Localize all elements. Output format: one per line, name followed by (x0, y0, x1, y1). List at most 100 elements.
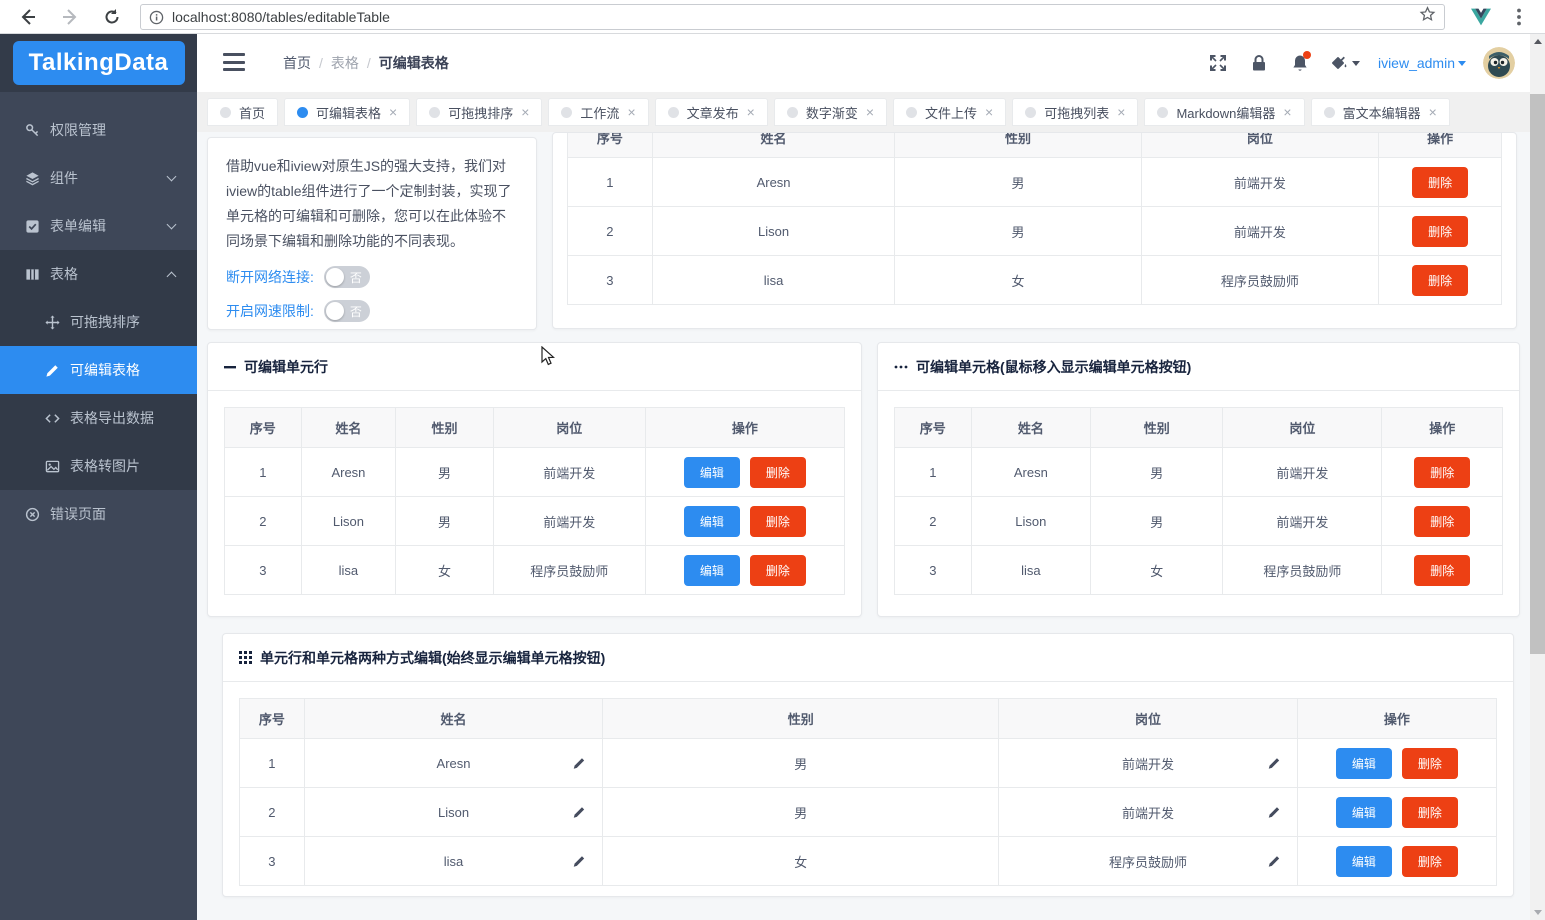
user-menu[interactable]: iview_admin (1378, 55, 1466, 71)
cell-name[interactable]: Aresn (970, 447, 1092, 497)
tab-close-icon[interactable]: × (1429, 105, 1437, 119)
tab-close-icon[interactable]: × (521, 105, 529, 119)
edit-cell-pencil-icon[interactable] (572, 805, 586, 819)
browser-forward-button[interactable] (58, 5, 82, 29)
network-disconnect-toggle[interactable]: 否 (323, 266, 370, 288)
tab-drag-list[interactable]: 可拖拽列表 × (1012, 98, 1139, 126)
tab-close-icon[interactable]: × (1283, 105, 1291, 119)
notifications-button[interactable] (1288, 51, 1312, 75)
delete-button[interactable]: 删除 (1412, 215, 1469, 247)
cell-no: 3 (567, 255, 653, 305)
tab-close-icon[interactable]: × (747, 105, 755, 119)
tab-close-icon[interactable]: × (985, 105, 993, 119)
tab-markdown-editor[interactable]: Markdown编辑器 × (1144, 98, 1305, 126)
edit-cell-pencil-icon[interactable] (1267, 854, 1281, 868)
scrollbar-thumb[interactable] (1530, 94, 1545, 654)
browser-back-button[interactable] (16, 5, 40, 29)
sidebar-menu: 权限管理 组件 表单编辑 表格 可拖拽排序 可编辑表格 表格导出数据 表格转图片… (0, 92, 197, 538)
tab-label: 文件上传 (925, 105, 978, 121)
tab-label: 富文本编辑器 (1342, 105, 1421, 121)
tab-home[interactable]: 首页 (207, 98, 279, 126)
tab-richtext-editor[interactable]: 富文本编辑器 × (1310, 98, 1450, 126)
browser-toolbar: localhost:8080/tables/editableTable (0, 0, 1545, 34)
fullscreen-button[interactable] (1206, 51, 1230, 75)
address-bar[interactable]: localhost:8080/tables/editableTable (140, 4, 1445, 30)
delete-button[interactable]: 删除 (749, 554, 806, 586)
cell-job[interactable]: 前端开发 (1222, 447, 1383, 497)
sidebar-item-form-edit[interactable]: 表单编辑 (0, 202, 197, 250)
tab-editable-table[interactable]: 可编辑表格 × (284, 98, 411, 126)
toggle-label-disconnect: 断开网络连接: (226, 269, 314, 285)
delete-button[interactable]: 删除 (1401, 845, 1458, 877)
delete-button[interactable]: 删除 (1412, 264, 1469, 296)
tab-close-icon[interactable]: × (1117, 105, 1125, 119)
tab-workflow[interactable]: 工作流 × (548, 98, 649, 126)
delete-button[interactable]: 删除 (1401, 796, 1458, 828)
edit-button[interactable]: 编辑 (1335, 796, 1392, 828)
browser-refresh-button[interactable] (100, 5, 124, 29)
sidebar-item-table-to-image[interactable]: 表格转图片 (0, 442, 197, 490)
delete-button[interactable]: 删除 (1414, 554, 1471, 586)
cell-job[interactable]: 程序员鼓励师 (1222, 545, 1383, 595)
sidebar-item-error-pages[interactable]: 错误页面 (0, 490, 197, 538)
delete-button[interactable]: 删除 (1414, 456, 1471, 488)
logo-container[interactable]: TalkingData (0, 34, 197, 92)
avatar[interactable] (1483, 47, 1515, 79)
scroll-down-arrow-icon[interactable] (1533, 910, 1542, 915)
sidebar-item-table-export[interactable]: 表格导出数据 (0, 394, 197, 442)
table-row: 1 Aresn 男 前端开发 编辑 删除 (224, 447, 846, 497)
edit-button[interactable]: 编辑 (683, 554, 740, 586)
edit-cell-pencil-icon[interactable] (572, 756, 586, 770)
browser-menu-button[interactable] (1507, 5, 1531, 29)
breadcrumb-home[interactable]: 首页 (283, 53, 311, 73)
speed-limit-toggle[interactable]: 否 (323, 300, 370, 322)
vue-devtools-button[interactable] (1469, 5, 1493, 29)
edit-button[interactable]: 编辑 (683, 505, 740, 537)
tab-drag-sort[interactable]: 可拖拽排序 × (416, 98, 543, 126)
edit-cell-pencil-icon[interactable] (1267, 756, 1281, 770)
cell-name: lisa (303, 836, 604, 886)
url-text[interactable]: localhost:8080/tables/editableTable (172, 9, 1419, 25)
table-row: 3 lisa 女 程序员鼓励师 删除 (894, 545, 1503, 595)
tab-number-gradient[interactable]: 数字渐变 × (773, 98, 888, 126)
delete-button[interactable]: 删除 (749, 456, 806, 488)
edit-button[interactable]: 编辑 (683, 456, 740, 488)
tab-close-icon[interactable]: × (627, 105, 635, 119)
sidebar-item-components[interactable]: 组件 (0, 154, 197, 202)
editable-row-card: 可编辑单元行 序号 姓名 性别 岗位 操作 1 Aresn 男 前端开发 编辑 … (207, 342, 862, 617)
scrollbar[interactable] (1530, 34, 1545, 920)
delete-button[interactable]: 删除 (749, 505, 806, 537)
tab-close-icon[interactable]: × (389, 105, 397, 119)
tab-file-upload[interactable]: 文件上传 × (893, 98, 1007, 126)
tab-dot-icon (297, 106, 309, 118)
sidebar-item-permissions[interactable]: 权限管理 (0, 106, 197, 154)
lock-button[interactable] (1247, 51, 1271, 75)
sidebar-collapse-button[interactable] (223, 53, 245, 71)
cell-job: 程序员鼓励师 (1140, 255, 1380, 305)
sidebar-item-editable-table[interactable]: 可编辑表格 (0, 346, 197, 394)
sidebar-item-tables[interactable]: 表格 (0, 250, 197, 298)
col-header-no: 序号 (567, 133, 653, 158)
sidebar-item-drag-sort[interactable]: 可拖拽排序 (0, 298, 197, 346)
intro-card: 借助vue和iview对原生JS的强大支持，我们对iview的table组件进行… (207, 137, 537, 330)
cell-name[interactable]: lisa (970, 545, 1092, 595)
delete-button[interactable]: 删除 (1401, 747, 1458, 779)
page-info-icon[interactable] (149, 10, 164, 25)
delete-button[interactable]: 删除 (1414, 505, 1471, 537)
edit-cell-pencil-icon[interactable] (572, 854, 586, 868)
edit-cell-pencil-icon[interactable] (1267, 805, 1281, 819)
cell-name[interactable]: Lison (970, 496, 1092, 546)
sidebar-item-label: 权限管理 (50, 122, 106, 138)
tab-article-publish[interactable]: 文章发布 × (654, 98, 768, 126)
edit-button[interactable]: 编辑 (1335, 747, 1392, 779)
theme-picker-button[interactable] (1329, 51, 1361, 75)
tab-close-icon[interactable]: × (866, 105, 874, 119)
bookmark-star-button[interactable] (1419, 6, 1436, 28)
delete-button[interactable]: 删除 (1412, 166, 1469, 198)
cell-gender: 男 (894, 206, 1142, 256)
cell-no: 1 (224, 447, 302, 497)
cell-job[interactable]: 前端开发 (1222, 496, 1383, 546)
edit-button[interactable]: 编辑 (1335, 845, 1392, 877)
scroll-up-arrow-icon[interactable] (1533, 39, 1542, 44)
sidebar: TalkingData 权限管理 组件 表单编辑 表格 可拖拽排序 可编辑表格 … (0, 34, 197, 920)
